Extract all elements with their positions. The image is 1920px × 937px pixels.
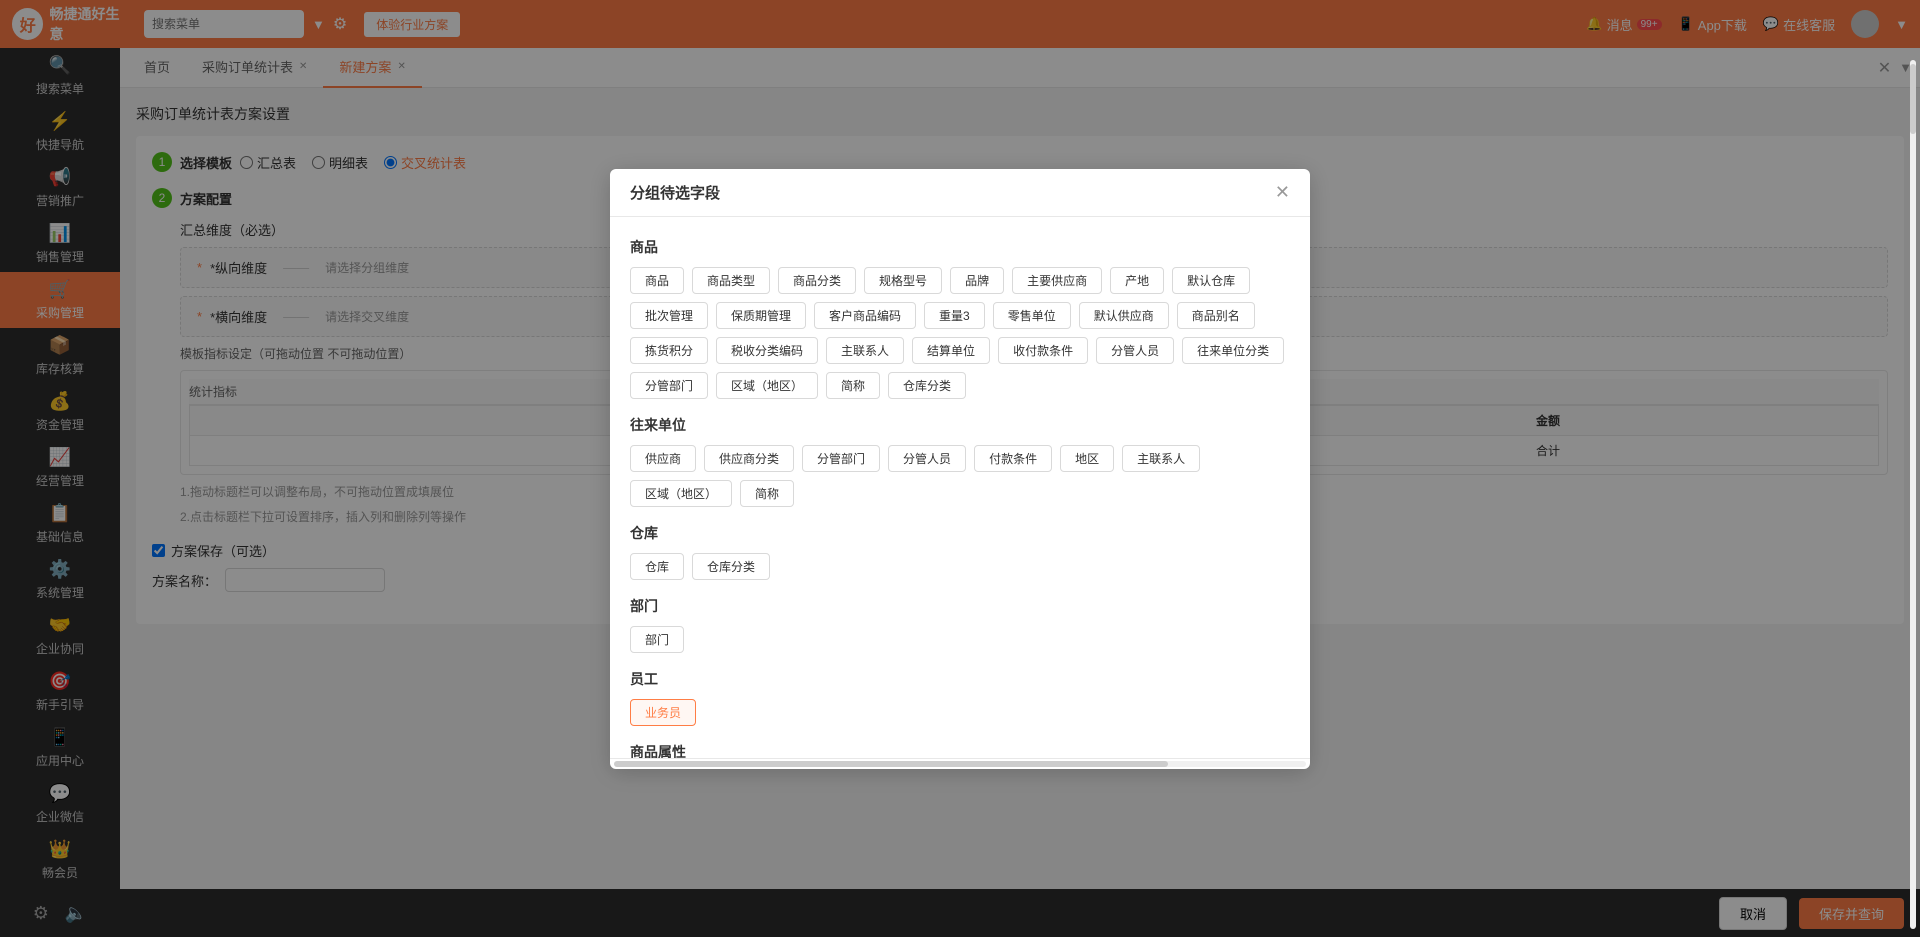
group-title-partner: 往来单位 (630, 415, 1290, 435)
field-tag[interactable]: 区域（地区） (630, 480, 732, 507)
field-tag[interactable]: 仓库 (630, 553, 684, 580)
field-tag[interactable]: 保质期管理 (716, 302, 806, 329)
field-tag[interactable]: 地区 (1060, 445, 1114, 472)
field-tag[interactable]: 默认仓库 (1172, 267, 1250, 294)
field-tag[interactable]: 产地 (1110, 267, 1164, 294)
field-tag[interactable]: 商品类型 (692, 267, 770, 294)
field-tag[interactable]: 默认供应商 (1079, 302, 1169, 329)
field-tag[interactable]: 付款条件 (974, 445, 1052, 472)
field-tag[interactable]: 品牌 (950, 267, 1004, 294)
field-tag[interactable]: 拣货积分 (630, 337, 708, 364)
field-tag[interactable]: 零售单位 (993, 302, 1071, 329)
field-tag[interactable]: 分管部门 (802, 445, 880, 472)
field-tag[interactable]: 分管人员 (1096, 337, 1174, 364)
field-select-modal: 分组待选字段 ✕ 商品 商品 商品类型 商品分类 规格型号 品牌 主要供应商 产… (610, 169, 1310, 769)
modal-body: 商品 商品 商品类型 商品分类 规格型号 品牌 主要供应商 产地 默认仓库 批次… (610, 217, 1310, 759)
field-tag[interactable]: 批次管理 (630, 302, 708, 329)
modal-hscrollbar-track (614, 761, 1306, 767)
field-tag[interactable]: 简称 (826, 372, 880, 399)
field-tag[interactable]: 分管人员 (888, 445, 966, 472)
group-title-attr: 商品属性 (630, 742, 1290, 759)
field-tag[interactable]: 供应商 (630, 445, 696, 472)
field-tag[interactable]: 规格型号 (864, 267, 942, 294)
field-tag-employee[interactable]: 业务员 (630, 699, 696, 726)
modal-title: 分组待选字段 (630, 182, 720, 203)
field-tag[interactable]: 主联系人 (826, 337, 904, 364)
field-grid-dept: 部门 (630, 626, 1290, 653)
field-tag[interactable]: 重量3 (924, 302, 985, 329)
field-tag[interactable]: 主联系人 (1122, 445, 1200, 472)
field-tag[interactable]: 收付款条件 (998, 337, 1088, 364)
group-title-warehouse: 仓库 (630, 523, 1290, 543)
field-tag[interactable]: 供应商分类 (704, 445, 794, 472)
field-grid-partner: 供应商 供应商分类 分管部门 分管人员 付款条件 地区 主联系人 区域（地区） … (630, 445, 1290, 507)
group-title-employee: 员工 (630, 669, 1290, 689)
field-tag[interactable]: 仓库分类 (692, 553, 770, 580)
field-tag[interactable]: 商品别名 (1177, 302, 1255, 329)
field-tag[interactable]: 商品分类 (778, 267, 856, 294)
field-tag[interactable]: 税收分类编码 (716, 337, 818, 364)
field-grid-employee: 业务员 (630, 699, 1290, 726)
field-tag[interactable]: 主要供应商 (1012, 267, 1102, 294)
field-tag[interactable]: 区域（地区） (716, 372, 818, 399)
group-title-dept: 部门 (630, 596, 1290, 616)
modal-close-icon[interactable]: ✕ (1275, 182, 1290, 203)
field-tag[interactable]: 客户商品编码 (814, 302, 916, 329)
modal-hscrollbar-thumb[interactable] (614, 761, 1168, 767)
modal-scrollbar-thumb[interactable] (1910, 64, 1916, 134)
modal-header: 分组待选字段 ✕ (610, 169, 1310, 217)
field-tag[interactable]: 往来单位分类 (1182, 337, 1284, 364)
field-tag[interactable]: 分管部门 (630, 372, 708, 399)
field-tag[interactable]: 简称 (740, 480, 794, 507)
field-grid-product: 商品 商品类型 商品分类 规格型号 品牌 主要供应商 产地 默认仓库 批次管理 … (630, 267, 1290, 399)
field-tag[interactable]: 结算单位 (912, 337, 990, 364)
field-tag[interactable]: 部门 (630, 626, 684, 653)
field-tag[interactable]: 仓库分类 (888, 372, 966, 399)
modal-scrollbar-track (1910, 60, 1916, 929)
group-title-product: 商品 (630, 237, 1290, 257)
modal-hscrollbar (610, 758, 1310, 768)
field-grid-warehouse: 仓库 仓库分类 (630, 553, 1290, 580)
modal-overlay: 分组待选字段 ✕ 商品 商品 商品类型 商品分类 规格型号 品牌 主要供应商 产… (0, 0, 1920, 937)
field-tag[interactable]: 商品 (630, 267, 684, 294)
